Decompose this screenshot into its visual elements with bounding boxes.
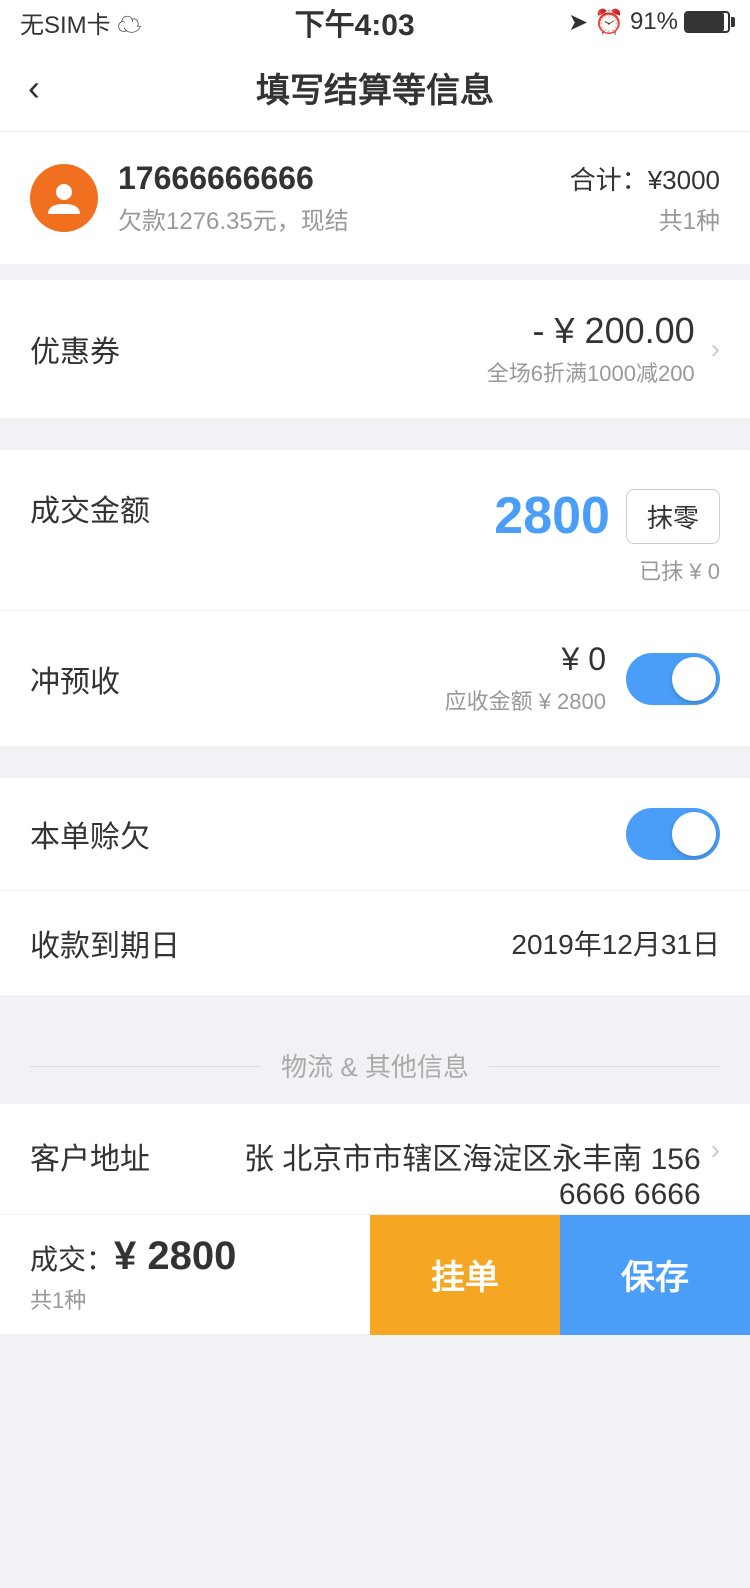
address-chevron-icon: › (711, 1134, 720, 1166)
customer-left: 17666666666 欠款1276.35元，现结 (30, 160, 349, 236)
total-count: 共1种 (570, 201, 720, 236)
address-value: 张 北京市市辖区海淀区永丰南 156 6666 6666 (170, 1134, 711, 1212)
deal-amount-section: 成交金额 2800 抹零 已抹 ¥ 0 冲预收 ¥ 0 应收金额 ¥ 2800 (0, 450, 750, 746)
status-right: ➤ ⏰ 91% (568, 8, 730, 37)
battery-icon (684, 11, 730, 33)
bottom-summary: 成交：¥ 2800 共1种 (0, 1234, 370, 1315)
due-date-row: 收款到期日 2019年12月31日 (0, 891, 750, 995)
coupon-label: 优惠券 (30, 327, 120, 371)
logistics-label: 物流 & 其他信息 (261, 1047, 489, 1084)
deal-top: 2800 抹零 (494, 486, 720, 546)
coupon-amount: - ¥ 200.00 (533, 310, 695, 352)
prepay-label: 冲预收 (30, 657, 120, 701)
prepay-sub: 应收金额 ¥ 2800 (445, 684, 606, 716)
divider-1 (0, 434, 750, 450)
divider-3 (0, 1011, 750, 1027)
coupon-right: - ¥ 200.00 全场6折满1000减200 › (120, 310, 720, 388)
logistics-label-row: 物流 & 其他信息 (0, 1027, 750, 1104)
prepay-amount: ¥ 0 (562, 641, 606, 678)
due-date-right: 2019年12月31日 (180, 923, 720, 963)
customer-phone: 17666666666 (118, 160, 349, 197)
avatar (30, 164, 98, 232)
bottom-bar: 成交：¥ 2800 共1种 挂单 保存 (0, 1214, 750, 1334)
deal-amount-value: 2800 (494, 486, 610, 546)
deal-amount-label: 成交金额 (30, 486, 150, 530)
debt-toggle[interactable] (626, 808, 720, 860)
debt-label: 本单赊欠 (30, 812, 150, 856)
location-icon: ➤ (568, 8, 588, 37)
address-label: 客户地址 (30, 1134, 150, 1178)
debt-section: 本单赊欠 收款到期日 2019年12月31日 (0, 778, 750, 995)
prepay-right: ¥ 0 应收金额 ¥ 2800 (445, 641, 720, 716)
toggle-circle (672, 657, 716, 701)
sim-status: 无SIM卡 ☁ (20, 5, 141, 40)
debt-right (150, 808, 720, 860)
page-title: 填写结算等信息 (256, 63, 494, 112)
customer-debt: 欠款1276.35元，现结 (118, 201, 349, 236)
status-left: 无SIM卡 ☁ (20, 5, 141, 40)
debt-toggle-circle (672, 812, 716, 856)
battery-percent: 91% (630, 8, 678, 36)
customer-right: 合计：¥3000 共1种 (570, 160, 720, 236)
round-button[interactable]: 抹零 (626, 489, 720, 544)
deal-sub-text: 已抹 ¥ 0 (639, 554, 720, 586)
deal-amount-row: 成交金额 2800 抹零 已抹 ¥ 0 (0, 450, 750, 611)
chevron-right-icon: › (711, 333, 720, 365)
bottom-count: 共1种 (30, 1283, 340, 1315)
hold-button[interactable]: 挂单 (370, 1215, 560, 1335)
save-button[interactable]: 保存 (560, 1215, 750, 1335)
back-button[interactable]: ‹ (28, 67, 40, 109)
customer-card: 17666666666 欠款1276.35元，现结 合计：¥3000 共1种 (0, 132, 750, 264)
prepay-row: 冲预收 ¥ 0 应收金额 ¥ 2800 (0, 611, 750, 746)
coupon-desc: 全场6折满1000减200 (487, 356, 695, 388)
bottom-deal-label: 成交： (30, 1244, 114, 1275)
status-bar: 无SIM卡 ☁ 下午4:03 ➤ ⏰ 91% (0, 0, 750, 44)
bottom-deal-amount: ¥ 2800 (114, 1234, 236, 1278)
debt-row: 本单赊欠 (0, 778, 750, 891)
content-area: 17666666666 欠款1276.35元，现结 合计：¥3000 共1种 优… (0, 132, 750, 1588)
deal-amount-right: 2800 抹零 已抹 ¥ 0 (494, 486, 720, 586)
coupon-info: - ¥ 200.00 全场6折满1000减200 (487, 310, 695, 388)
prepay-col: ¥ 0 应收金额 ¥ 2800 (445, 641, 606, 716)
coupon-section: 优惠券 - ¥ 200.00 全场6折满1000减200 › (0, 280, 750, 418)
due-date-label: 收款到期日 (30, 921, 180, 965)
header: ‹ 填写结算等信息 (0, 44, 750, 132)
bottom-deal-info: 成交：¥ 2800 (30, 1234, 340, 1279)
divider-2 (0, 762, 750, 778)
due-date-value: 2019年12月31日 (511, 923, 720, 963)
total-amount: 合计：¥3000 (570, 160, 720, 197)
coupon-row[interactable]: 优惠券 - ¥ 200.00 全场6折满1000减200 › (0, 280, 750, 418)
customer-info: 17666666666 欠款1276.35元，现结 (118, 160, 349, 236)
status-time: 下午4:03 (295, 0, 415, 44)
prepay-toggle[interactable] (626, 653, 720, 705)
alarm-icon: ⏰ (594, 8, 624, 37)
